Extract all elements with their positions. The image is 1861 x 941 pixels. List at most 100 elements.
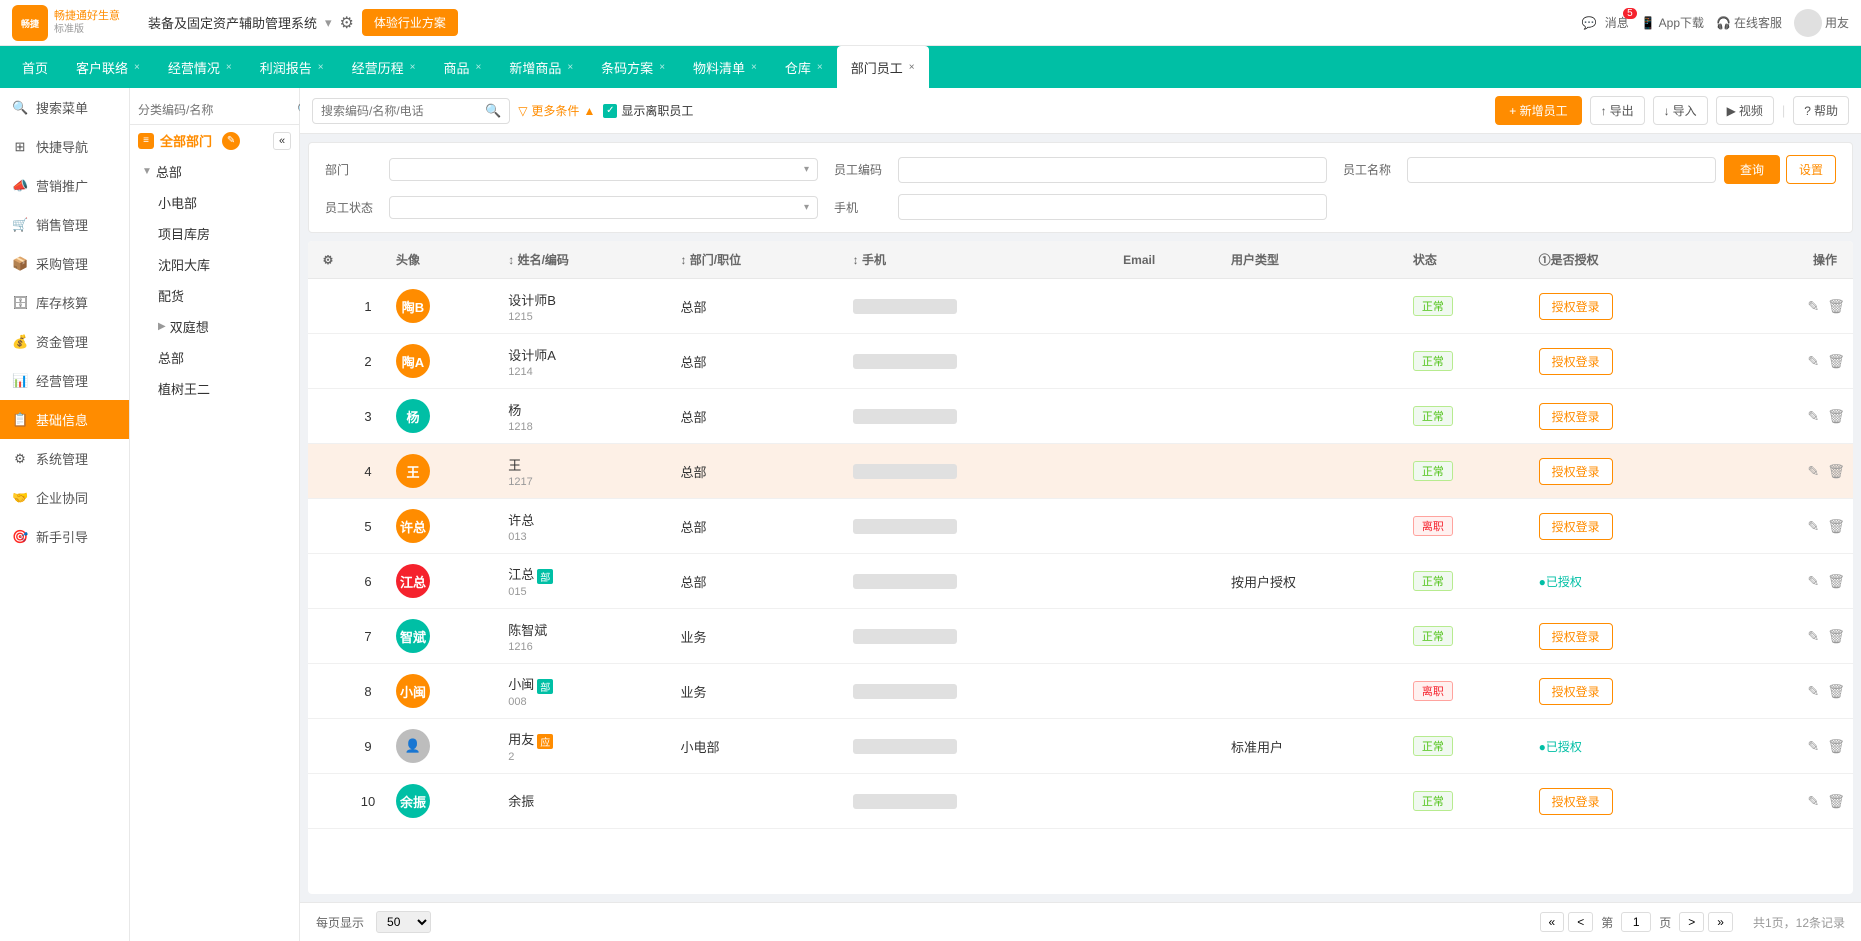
next-page-btn[interactable]: > [1679,912,1704,932]
authorize-btn[interactable]: 授权登录 [1539,403,1613,430]
close-icon[interactable]: × [817,62,823,73]
tab-operations[interactable]: 经营情况 × [154,46,246,88]
settings-icon[interactable]: ⚙ [323,253,334,267]
sidebar-item-purchase[interactable]: 📦 采购管理 [0,244,129,283]
tree-node-peihuo[interactable]: 配货 [130,280,299,311]
tab-employees[interactable]: 部门员工 × [837,46,929,88]
last-page-btn[interactable]: » [1708,912,1733,932]
phone-input[interactable] [898,194,1327,220]
edit-icon[interactable]: ✎ [1807,573,1819,590]
collapse-btn[interactable]: « [273,132,291,150]
edit-icon[interactable]: ✎ [1807,408,1819,425]
authorize-btn[interactable]: 授权登录 [1539,348,1613,375]
tree-node-shenyang[interactable]: 沈阳大库 [130,249,299,280]
sidebar-item-nav[interactable]: ⊞ 快捷导航 [0,127,129,166]
close-icon[interactable]: × [909,62,915,73]
dept-select[interactable]: ▾ [389,158,818,181]
tab-history[interactable]: 经营历程 × [338,46,430,88]
close-icon[interactable]: × [567,62,573,73]
emp-status-select[interactable]: ▾ [389,196,818,219]
edit-icon[interactable]: ✎ [1807,353,1819,370]
authorize-btn[interactable]: 授权登录 [1539,788,1613,815]
delete-icon[interactable]: 🗑 [1827,298,1845,315]
authorize-btn[interactable]: 授权登录 [1539,623,1613,650]
tree-node-xiangmu[interactable]: 项目库房 [130,218,299,249]
edit-icon[interactable]: ✎ [1807,738,1819,755]
tab-profit[interactable]: 利润报告 × [246,46,338,88]
close-icon[interactable]: × [226,62,232,73]
edit-icon[interactable]: ✎ [1807,628,1819,645]
edit-icon[interactable]: ✎ [1807,298,1819,315]
col-dept[interactable]: ↕ 部门/职位 [672,241,844,279]
delete-icon[interactable]: 🗑 [1827,683,1845,700]
tab-add-goods[interactable]: 新增商品 × [495,46,587,88]
tree-node-shuangting[interactable]: ▶ 双庭想 [130,311,299,342]
close-icon[interactable]: × [410,62,416,73]
tree-node-xiaodianbu[interactable]: 小电部 [130,187,299,218]
tree-node-zhishu[interactable]: 植树王二 [130,373,299,404]
help-btn[interactable]: ? 帮助 [1793,96,1849,125]
sidebar-item-basic[interactable]: 📋 基础信息 [0,400,129,439]
authorize-btn[interactable]: 授权登录 [1539,678,1613,705]
page-input[interactable] [1621,912,1651,932]
sidebar-item-sales[interactable]: 🛒 销售管理 [0,205,129,244]
setting-btn[interactable]: 设置 [1786,155,1836,184]
edit-icon[interactable]: ✎ [1807,463,1819,480]
tab-barcode[interactable]: 条码方案 × [587,46,679,88]
close-icon[interactable]: × [659,62,665,73]
sidebar-item-operations[interactable]: 📊 经营管理 [0,361,129,400]
more-filter-btn[interactable]: ▽ 更多条件 ▲ [518,102,595,119]
sidebar-item-collab[interactable]: 🤝 企业协同 [0,478,129,517]
authorize-btn[interactable]: 授权登录 [1539,458,1613,485]
first-page-btn[interactable]: « [1540,912,1565,932]
col-name[interactable]: ↕ 姓名/编码 [500,241,672,279]
online-service[interactable]: 🎧 在线客服 [1716,14,1782,31]
page-size-select[interactable]: 50 100 200 [376,911,431,933]
close-icon[interactable]: × [318,62,324,73]
tab-warehouse[interactable]: 仓库 × [771,46,837,88]
delete-icon[interactable]: 🗑 [1827,573,1845,590]
delete-icon[interactable]: 🗑 [1827,463,1845,480]
user-area[interactable]: 用友 [1794,9,1849,37]
export-btn[interactable]: ↑ 导出 [1590,96,1645,125]
delete-icon[interactable]: 🗑 [1827,518,1845,535]
col-phone[interactable]: ↕ 手机 [845,241,1116,279]
show-resigned-toggle[interactable]: ✓ 显示离职员工 [603,102,693,119]
sidebar-item-marketing[interactable]: 📣 营销推广 [0,166,129,205]
prev-page-btn[interactable]: < [1568,912,1593,932]
authorize-btn[interactable]: 授权登录 [1539,293,1613,320]
sidebar-item-finance[interactable]: 💰 资金管理 [0,322,129,361]
all-dept-label[interactable]: 全部部门 [160,131,212,150]
edit-icon[interactable]: ✎ [1807,518,1819,535]
tree-node-zongbu[interactable]: ▼ 总部 [130,156,299,187]
emp-name-input[interactable] [1407,157,1716,183]
emp-code-input[interactable] [898,157,1327,183]
tab-bom[interactable]: 物料清单 × [679,46,771,88]
authorize-btn[interactable]: 授权登录 [1539,513,1613,540]
search-submit-icon[interactable]: 🔍 [485,103,501,119]
add-employee-btn[interactable]: + 新增员工 [1495,96,1581,125]
settings-icon[interactable]: ⚙ [340,13,354,33]
tab-home[interactable]: 首页 [8,46,62,88]
query-btn[interactable]: 查询 [1724,155,1780,184]
trial-btn[interactable]: 体验行业方案 [362,9,458,36]
delete-icon[interactable]: 🗑 [1827,628,1845,645]
import-btn[interactable]: ↓ 导入 [1653,96,1708,125]
tab-customers[interactable]: 客户联络 × [62,46,154,88]
tree-node-zongbu2[interactable]: 总部 [130,342,299,373]
delete-icon[interactable]: 🗑 [1827,408,1845,425]
close-icon[interactable]: × [475,62,481,73]
sidebar-item-inventory[interactable]: 🗄 库存核算 [0,283,129,322]
sidebar-item-system[interactable]: ⚙ 系统管理 [0,439,129,478]
edit-icon[interactable]: ✎ [222,132,240,150]
title-dropdown-icon[interactable]: ▾ [325,15,332,31]
close-icon[interactable]: × [751,62,757,73]
sidebar-item-search[interactable]: 🔍 搜索菜单 [0,88,129,127]
edit-icon[interactable]: ✎ [1807,683,1819,700]
sidebar-item-guide[interactable]: 🎯 新手引导 [0,517,129,556]
message-icon[interactable]: 💬 5 消息 [1582,14,1629,31]
app-download[interactable]: 📱 App下载 [1641,14,1704,31]
tab-goods[interactable]: 商品 × [429,46,495,88]
tree-search-input[interactable] [138,103,293,117]
search-input[interactable] [321,104,481,118]
